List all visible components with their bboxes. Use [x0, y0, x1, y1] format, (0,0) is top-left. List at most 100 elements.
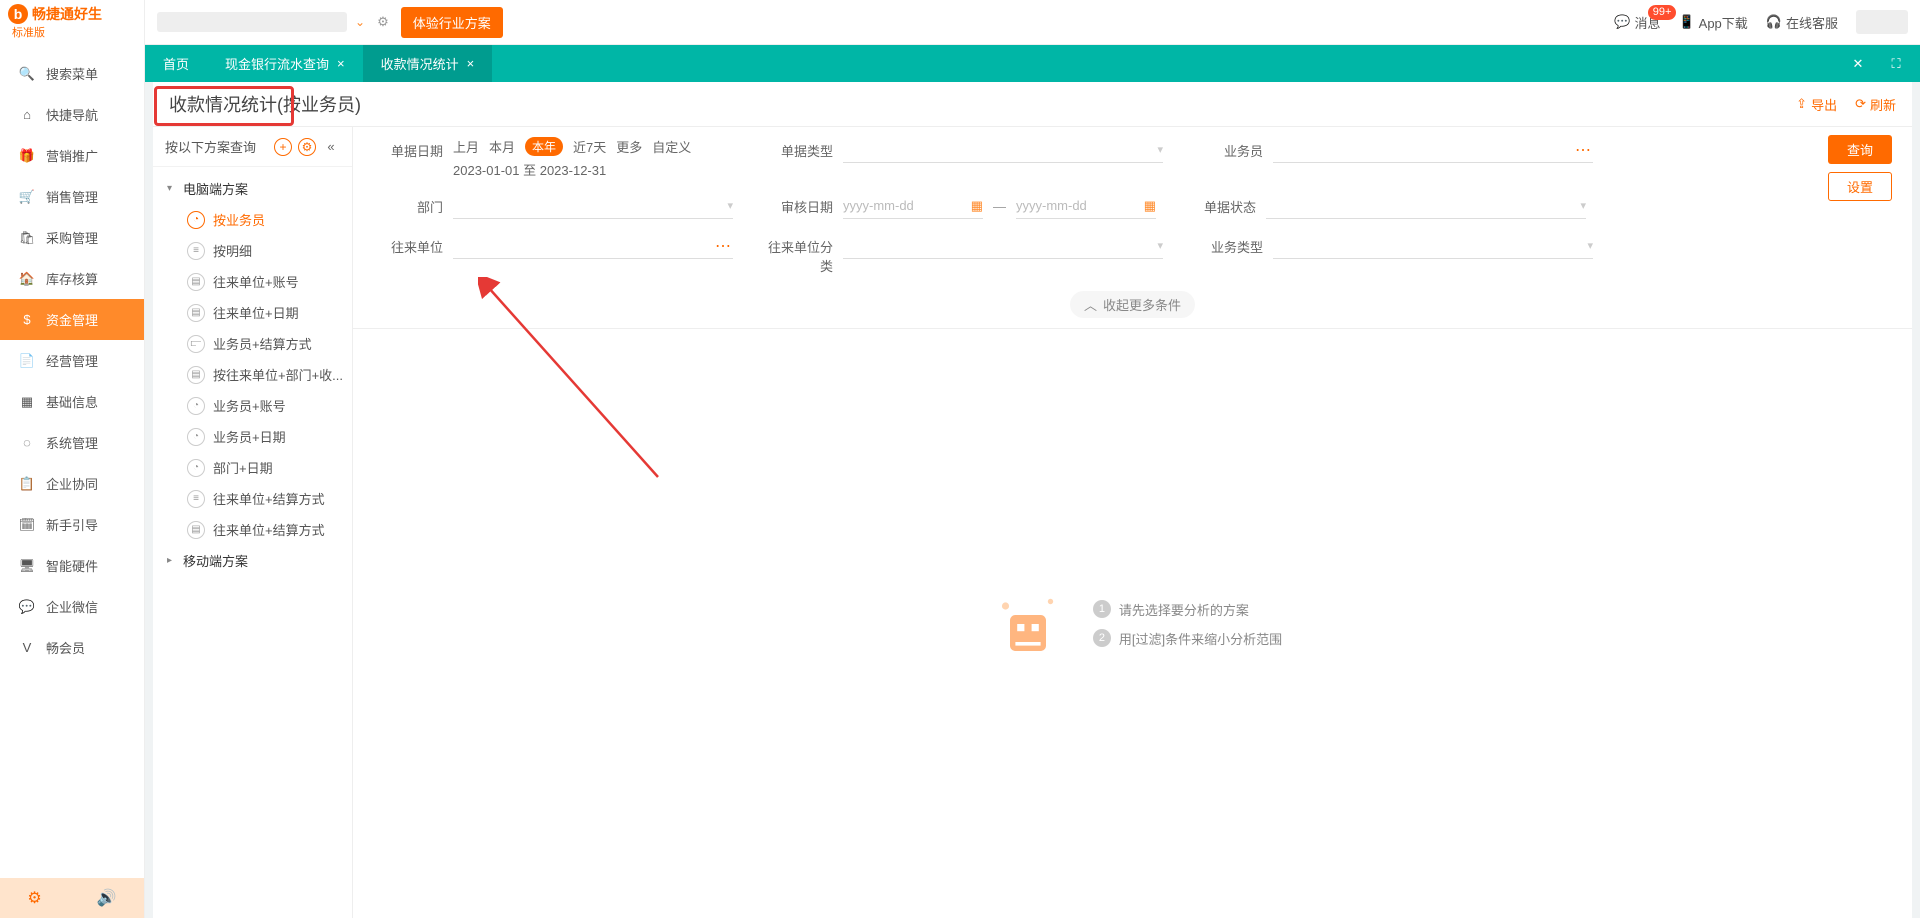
- sidebar: b 畅捷通好生 标准版 🔍搜索菜单 ⌂快捷导航 🎁营销推广 🛒销售管理 🛍采购管…: [0, 0, 145, 918]
- sidebar-item-funds[interactable]: $资金管理: [0, 299, 144, 340]
- scheme-item-salesman-settlement[interactable]: ⫍业务员+结算方式: [153, 328, 352, 359]
- bill-type-select[interactable]: ▾: [843, 137, 1163, 163]
- bill-date-label: 单据日期: [373, 137, 453, 160]
- refresh-icon: ⟳: [1855, 96, 1866, 112]
- chevron-up-icon: ︿: [1084, 295, 1097, 314]
- sidebar-item-hardware[interactable]: 🖥智能硬件: [0, 545, 144, 586]
- add-scheme-button[interactable]: +: [274, 138, 292, 156]
- audit-date-from[interactable]: yyyy-mm-dd▦: [843, 193, 983, 219]
- collapse-panel-button[interactable]: «: [322, 138, 340, 156]
- home-icon: ⌂: [18, 106, 36, 124]
- doc-icon: 📄: [18, 352, 36, 370]
- messages-badge: 99+: [1648, 5, 1677, 20]
- sound-icon[interactable]: 🔊: [97, 888, 117, 908]
- tab-cashbank[interactable]: 现金银行流水查询×: [207, 45, 363, 82]
- tab-home[interactable]: 首页: [145, 45, 207, 82]
- main: ⌄ ⚙ 体验行业方案 💬 消息 99+ 📱 App下载 🎧 在线客服: [145, 0, 1920, 918]
- dept-select[interactable]: ▾: [453, 193, 733, 219]
- app-download-link[interactable]: 📱 App下载: [1678, 13, 1747, 32]
- date-range-text: 2023-01-01 至 2023-12-31: [453, 160, 733, 179]
- partner-category-label: 往来单位分类: [763, 233, 843, 275]
- settings-button[interactable]: 设置: [1828, 172, 1892, 201]
- scheme-item-salesman-date[interactable]: ◔业务员+日期: [153, 421, 352, 452]
- avatar[interactable]: [1856, 10, 1908, 34]
- online-service-link[interactable]: 🎧 在线客服: [1766, 13, 1838, 32]
- scheme-item-partner-settlement-2[interactable]: ▤往来单位+结算方式: [153, 514, 352, 545]
- sidebar-item-guide[interactable]: 🗓新手引导: [0, 504, 144, 545]
- date-quick-more[interactable]: 更多: [616, 137, 642, 156]
- query-button[interactable]: 查询: [1828, 135, 1892, 164]
- chart-icon: ≡: [187, 242, 205, 260]
- vip-icon: V: [18, 639, 36, 657]
- fullscreen-icon[interactable]: ⛶: [1882, 50, 1910, 78]
- settings-icon[interactable]: ⚙: [27, 888, 41, 908]
- collapse-filters-bar[interactable]: ︿收起更多条件: [353, 285, 1912, 324]
- date-quick-7days[interactable]: 近7天: [573, 137, 606, 156]
- page-title: 收款情况统计(按业务员): [169, 91, 361, 117]
- bar-icon: ⫍: [187, 335, 205, 353]
- sidebar-item-sales[interactable]: 🛒销售管理: [0, 176, 144, 217]
- scheme-item-partner-settlement[interactable]: ≡往来单位+结算方式: [153, 483, 352, 514]
- result-area: 1请先选择要分析的方案 2用[过滤]条件来缩小分析范围: [353, 328, 1912, 918]
- tabstrip: 首页 现金银行流水查询× 收款情况统计× ✕ ⛶: [145, 45, 1920, 82]
- scheme-item-partner-dept-rcv[interactable]: ▤按往来单位+部门+收...: [153, 359, 352, 390]
- gift-icon: 🎁: [18, 147, 36, 165]
- sidebar-item-purchase[interactable]: 🛍采购管理: [0, 217, 144, 258]
- gear-icon[interactable]: ⚙: [377, 14, 389, 30]
- biz-type-select[interactable]: ▾: [1273, 233, 1593, 259]
- scheme-settings-button[interactable]: ⚙: [298, 138, 316, 156]
- search-icon: 🔍: [18, 65, 36, 83]
- bill-type-label: 单据类型: [763, 137, 843, 160]
- tree-group-pc[interactable]: ▾电脑端方案: [153, 173, 352, 204]
- sidebar-item-marketing[interactable]: 🎁营销推广: [0, 135, 144, 176]
- export-button[interactable]: ⇪导出: [1796, 95, 1837, 114]
- scheme-item-salesman[interactable]: ◔按业务员: [153, 204, 352, 235]
- salesman-select[interactable]: ⋯: [1273, 137, 1593, 163]
- sidebar-item-basedata[interactable]: ▦基础信息: [0, 381, 144, 422]
- scheme-item-dept-date[interactable]: ◔部门+日期: [153, 452, 352, 483]
- close-all-icon[interactable]: ✕: [1844, 50, 1872, 78]
- robot-illustration: [983, 579, 1073, 669]
- sidebar-item-operation[interactable]: 📄经营管理: [0, 340, 144, 381]
- scheme-item-partner-date[interactable]: ▤往来单位+日期: [153, 297, 352, 328]
- chip-icon: 🖥: [18, 557, 36, 575]
- sidebar-item-inventory[interactable]: 🏠库存核算: [0, 258, 144, 299]
- experience-button[interactable]: 体验行业方案: [401, 7, 503, 38]
- scheme-item-salesman-account[interactable]: ◔业务员+账号: [153, 390, 352, 421]
- warehouse-icon: 🏠: [18, 270, 36, 288]
- bill-status-select[interactable]: ▾: [1266, 193, 1586, 219]
- date-quick-custom[interactable]: 自定义: [652, 137, 691, 156]
- partner-select[interactable]: ⋯: [453, 233, 733, 259]
- chevron-down-icon: ▾: [1157, 143, 1163, 156]
- sidebar-item-wechat[interactable]: 💬企业微信: [0, 586, 144, 627]
- chevron-down-icon: ▾: [727, 199, 733, 212]
- sidebar-item-collab[interactable]: 📋企业协同: [0, 463, 144, 504]
- date-quick-thisyear[interactable]: 本年: [525, 137, 563, 156]
- refresh-button[interactable]: ⟳刷新: [1855, 95, 1896, 114]
- sync-icon: ◌: [18, 434, 36, 452]
- clock-icon: ◔: [187, 459, 205, 477]
- scheme-item-detail[interactable]: ≡按明细: [153, 235, 352, 266]
- date-quick-lastmonth[interactable]: 上月: [453, 137, 479, 156]
- chevron-down-icon: ▾: [1580, 199, 1586, 212]
- tab-receipt-stats[interactable]: 收款情况统计×: [363, 45, 493, 82]
- close-icon[interactable]: ×: [467, 56, 475, 71]
- clock-icon: ◔: [187, 428, 205, 446]
- grid-icon: ▦: [18, 393, 36, 411]
- brand-edition: 标准版: [8, 24, 45, 40]
- sidebar-item-system[interactable]: ◌系统管理: [0, 422, 144, 463]
- close-icon[interactable]: ×: [337, 56, 345, 71]
- sidebar-item-member[interactable]: V畅会员: [0, 627, 144, 668]
- partner-category-select[interactable]: ▾: [843, 233, 1163, 259]
- audit-date-to[interactable]: yyyy-mm-dd▦: [1016, 193, 1156, 219]
- tree-group-mobile[interactable]: ▸移动端方案: [153, 545, 352, 576]
- sidebar-item-quicknav[interactable]: ⌂快捷导航: [0, 94, 144, 135]
- logo-area: b 畅捷通好生 标准版: [0, 0, 144, 45]
- sidebar-item-search[interactable]: 🔍搜索菜单: [0, 53, 144, 94]
- headset-icon: 🎧: [1766, 14, 1782, 30]
- company-selector[interactable]: ⌄: [157, 12, 365, 32]
- scheme-item-partner-account[interactable]: ▤往来单位+账号: [153, 266, 352, 297]
- biz-type-label: 业务类型: [1193, 233, 1273, 256]
- messages-link[interactable]: 💬 消息 99+: [1614, 13, 1660, 32]
- date-quick-thismonth[interactable]: 本月: [489, 137, 515, 156]
